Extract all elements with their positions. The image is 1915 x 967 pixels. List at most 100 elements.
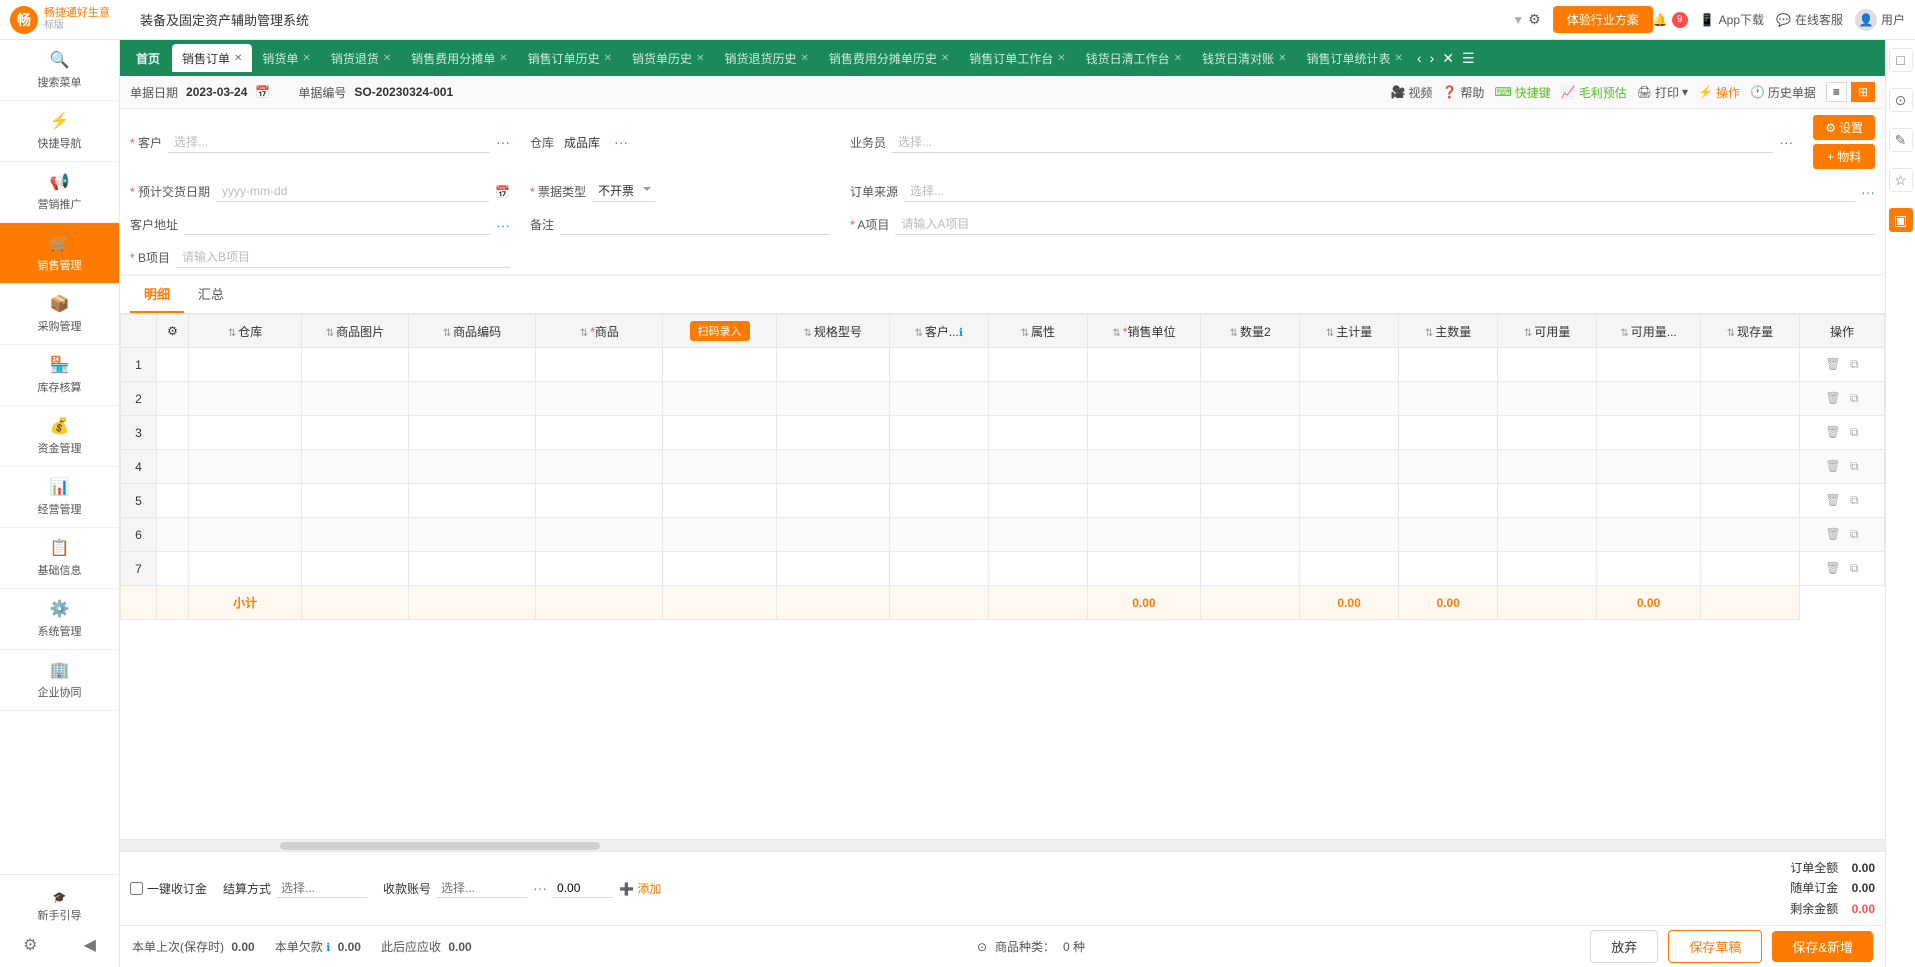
- address-dots[interactable]: ···: [496, 217, 510, 233]
- sidebar-item-finance[interactable]: 💰 资金管理: [0, 406, 119, 467]
- calendar-icon[interactable]: 📅: [255, 85, 270, 99]
- sidebar-item-basic[interactable]: 📋 基础信息: [0, 528, 119, 589]
- data-table-wrap[interactable]: ⚙ ⇅仓库 ⇅商品图片 ⇅商品编码 ⇅*商品 扫码录入 ⇅规格型号 ⇅客户...…: [120, 314, 1885, 839]
- scan-button[interactable]: 扫码录入: [690, 321, 750, 341]
- col-product[interactable]: ⇅*商品: [536, 315, 663, 348]
- history-button[interactable]: 🕐 历史单据: [1750, 84, 1816, 101]
- account-dots[interactable]: ···: [533, 880, 547, 896]
- order-source-input[interactable]: [904, 181, 1855, 202]
- industry-solution-button[interactable]: 体验行业方案: [1553, 6, 1653, 33]
- col-customer-code[interactable]: ⇅客户...ℹ: [889, 315, 988, 348]
- view-button[interactable]: 🎥 视频: [1390, 84, 1432, 101]
- add-account-button[interactable]: ➕ 添加: [619, 880, 661, 897]
- row-copy-icon[interactable]: ⧉: [1850, 527, 1859, 541]
- staff-dots-button[interactable]: ···: [1779, 134, 1793, 150]
- col-image[interactable]: ⇅商品图片: [302, 315, 409, 348]
- view-grid-button[interactable]: ⊞: [1851, 82, 1875, 102]
- row-delete-icon[interactable]: 🗑: [1825, 561, 1840, 575]
- right-icon-2[interactable]: ⊙: [1889, 88, 1913, 112]
- tab-prev-button[interactable]: ‹: [1413, 48, 1426, 68]
- save-draft-button[interactable]: 保存草稿: [1668, 930, 1762, 963]
- sidebar-item-inventory[interactable]: 🏪 库存核算: [0, 345, 119, 406]
- row-delete-icon[interactable]: 🗑: [1825, 459, 1840, 473]
- col-warehouse[interactable]: ⇅仓库: [189, 315, 302, 348]
- row-copy-icon[interactable]: ⧉: [1850, 493, 1859, 507]
- order-source-dots[interactable]: ···: [1861, 184, 1875, 200]
- calendar2-icon[interactable]: 📅: [495, 185, 510, 199]
- info-icon[interactable]: ℹ: [959, 327, 963, 339]
- row-delete-icon[interactable]: 🗑: [1825, 527, 1840, 541]
- sidebar-item-purchase[interactable]: 📦 采购管理: [0, 284, 119, 345]
- col-available2[interactable]: ⇅可用量...: [1597, 315, 1701, 348]
- right-icon-5[interactable]: ▣: [1889, 208, 1913, 232]
- profit-button[interactable]: 📈 毛利预估: [1561, 84, 1627, 101]
- col-spec[interactable]: ⇅规格型号: [776, 315, 889, 348]
- tab-sales-stats[interactable]: 销售订单统计表 ✕: [1296, 44, 1412, 72]
- address-input[interactable]: [184, 214, 490, 235]
- customer-dots-button[interactable]: ···: [496, 134, 510, 150]
- discard-button[interactable]: 放弃: [1590, 930, 1658, 963]
- col-attribute[interactable]: ⇅属性: [988, 315, 1087, 348]
- delivery-date-input[interactable]: [216, 181, 489, 202]
- col-stock[interactable]: ⇅现存量: [1700, 315, 1799, 348]
- sidebar-item-operations[interactable]: 📊 经营管理: [0, 467, 119, 528]
- row-copy-icon[interactable]: ⧉: [1850, 459, 1859, 473]
- sidebar-settings-icon[interactable]: ⚙: [23, 935, 37, 955]
- project-b-input[interactable]: [176, 247, 510, 268]
- sidebar-item-system[interactable]: ⚙️ 系统管理: [0, 589, 119, 650]
- col-main-unit[interactable]: ⇅主计量: [1300, 315, 1399, 348]
- sidebar-item-search[interactable]: 🔍 搜索菜单: [0, 40, 119, 101]
- tab-close-icon[interactable]: ✕: [1395, 53, 1403, 64]
- right-icon-3[interactable]: ✎: [1889, 128, 1913, 152]
- tab-refund-hist[interactable]: 销货退货历史 ✕: [714, 44, 818, 72]
- col-scan[interactable]: 扫码录入: [663, 315, 776, 348]
- view-list-button[interactable]: ≡: [1826, 82, 1847, 102]
- horizontal-scrollbar[interactable]: [120, 839, 1885, 851]
- sidebar-item-enterprise[interactable]: 🏢 企业协同: [0, 650, 119, 711]
- row-copy-icon[interactable]: ⧉: [1850, 391, 1859, 405]
- sidebar-item-marketing[interactable]: 📢 营销推广: [0, 162, 119, 223]
- info-icon2[interactable]: ℹ: [326, 942, 330, 954]
- print-button[interactable]: 🖨 打印 ▾: [1637, 84, 1688, 101]
- col-available[interactable]: ⇅可用量: [1498, 315, 1597, 348]
- col-main-qty[interactable]: ⇅主数量: [1399, 315, 1498, 348]
- tab-workbench[interactable]: 销售订单工作台 ✕: [959, 44, 1075, 72]
- tab-summary[interactable]: 汇总: [184, 276, 238, 313]
- tab-close-icon[interactable]: ✕: [499, 53, 507, 64]
- scrollbar-thumb[interactable]: [280, 842, 600, 850]
- tab-close-icon[interactable]: ✕: [1174, 53, 1182, 64]
- tab-menu-button[interactable]: ☰: [1458, 48, 1479, 69]
- save-button[interactable]: 保存&新增: [1772, 931, 1873, 962]
- settings-gear-icon[interactable]: ⚙: [1528, 11, 1541, 28]
- sidebar-collapse-icon[interactable]: ◀: [84, 935, 96, 955]
- tab-detail[interactable]: 明细: [130, 276, 184, 313]
- operations-button[interactable]: ⚡ 操作: [1698, 84, 1740, 101]
- settings-button[interactable]: ⚙ 设置: [1813, 115, 1875, 140]
- tab-close-icon[interactable]: ✕: [1278, 53, 1286, 64]
- right-icon-4[interactable]: ☆: [1889, 168, 1913, 192]
- right-icon-1[interactable]: □: [1889, 48, 1913, 72]
- tab-close-icon[interactable]: ✕: [234, 53, 242, 64]
- row-delete-icon[interactable]: 🗑: [1825, 425, 1840, 439]
- row-delete-icon[interactable]: 🗑: [1825, 493, 1840, 507]
- row-delete-icon[interactable]: 🗑: [1825, 391, 1840, 405]
- tab-sales-order[interactable]: 销售订单 ✕: [172, 44, 252, 72]
- sidebar-item-newuser[interactable]: 🎓 新手引导: [0, 883, 119, 931]
- help-button[interactable]: ❓ 帮助: [1442, 84, 1484, 101]
- project-a-input[interactable]: [895, 214, 1875, 235]
- invoice-type-select[interactable]: 不开票: [592, 181, 655, 202]
- settlement-input[interactable]: [277, 879, 367, 898]
- tab-close-icon[interactable]: ✕: [696, 53, 704, 64]
- tab-expense-hist[interactable]: 销售费用分摊单历史 ✕: [819, 44, 959, 72]
- account-input[interactable]: [437, 879, 527, 898]
- row-delete-icon[interactable]: 🗑: [1825, 357, 1840, 371]
- notes-input[interactable]: [560, 214, 830, 235]
- tab-sales-expense[interactable]: 销售费用分摊单 ✕: [401, 44, 517, 72]
- customer-input[interactable]: [168, 132, 490, 153]
- tab-cash-workbench[interactable]: 钱货日清工作台 ✕: [1076, 44, 1192, 72]
- notification-button[interactable]: 🔔 9: [1653, 12, 1688, 28]
- tab-next-button[interactable]: ›: [1426, 48, 1439, 68]
- online-service-button[interactable]: 💬 在线客服: [1776, 11, 1843, 28]
- user-avatar[interactable]: 👤 用户: [1855, 9, 1905, 31]
- tab-sales-refund[interactable]: 销货退货 ✕: [321, 44, 401, 72]
